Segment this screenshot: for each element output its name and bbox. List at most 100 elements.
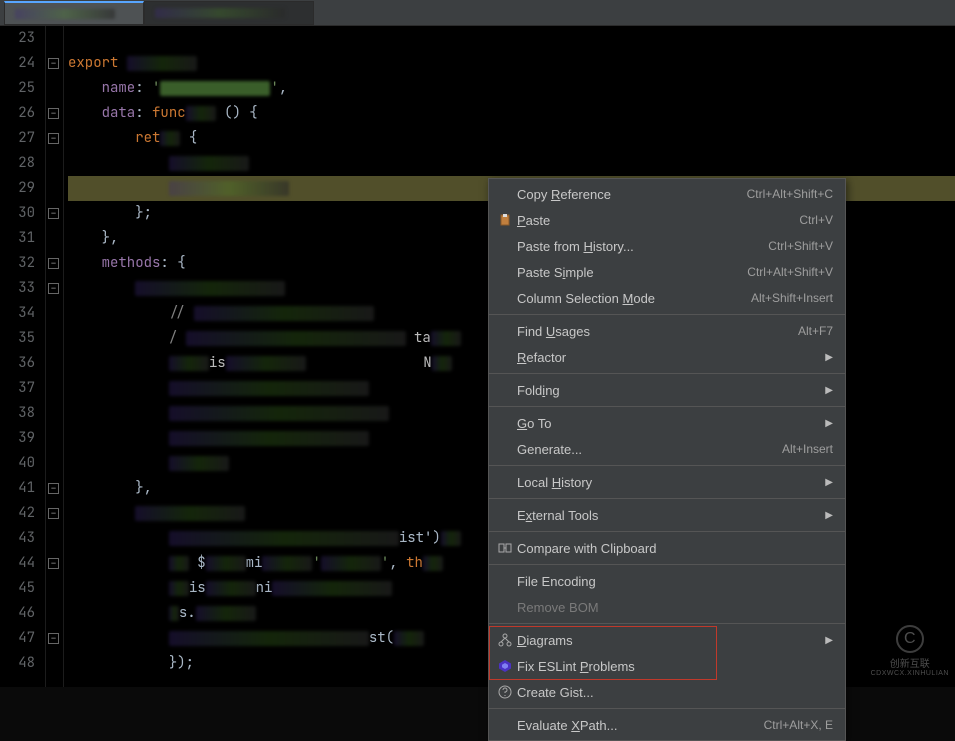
line-number-gutter: 2324252627282930313233343536373839404142… bbox=[0, 26, 46, 687]
eslint-icon bbox=[495, 659, 515, 673]
compare-icon bbox=[495, 541, 515, 555]
submenu-arrow-icon: ▶ bbox=[825, 635, 833, 646]
menu-item-label: Paste Simple bbox=[515, 265, 747, 280]
menu-item-column-selection-mode[interactable]: Column Selection ModeAlt+Shift+Insert bbox=[489, 285, 845, 311]
editor-tab[interactable] bbox=[4, 1, 144, 25]
line-number: 37 bbox=[0, 376, 35, 401]
line-number: 25 bbox=[0, 76, 35, 101]
menu-item-find-usages[interactable]: Find UsagesAlt+F7 bbox=[489, 318, 845, 344]
menu-item-go-to[interactable]: Go To▶ bbox=[489, 410, 845, 436]
fold-toggle-icon[interactable]: − bbox=[48, 58, 59, 69]
menu-item-label: File Encoding bbox=[515, 574, 833, 589]
submenu-arrow-icon: ▶ bbox=[825, 385, 833, 396]
line-number: 33 bbox=[0, 276, 35, 301]
menu-item-diagrams[interactable]: Diagrams▶ bbox=[489, 627, 845, 653]
fold-toggle-icon[interactable]: − bbox=[48, 483, 59, 494]
line-number: 47 bbox=[0, 626, 35, 651]
watermark-text: 创新互联 bbox=[890, 655, 930, 670]
submenu-arrow-icon: ▶ bbox=[825, 510, 833, 521]
menu-item-label: External Tools bbox=[515, 508, 825, 523]
menu-item-local-history[interactable]: Local History▶ bbox=[489, 469, 845, 495]
diagram-icon bbox=[495, 633, 515, 647]
menu-item-label: Column Selection Mode bbox=[515, 291, 751, 306]
line-number: 23 bbox=[0, 26, 35, 51]
menu-item-compare-with-clipboard[interactable]: Compare with Clipboard bbox=[489, 535, 845, 561]
code-line: data: func () { bbox=[68, 101, 955, 126]
context-menu: Copy ReferenceCtrl+Alt+Shift+CPasteCtrl+… bbox=[488, 178, 846, 741]
menu-item-create-gist[interactable]: Create Gist... bbox=[489, 679, 845, 705]
menu-item-copy-reference[interactable]: Copy ReferenceCtrl+Alt+Shift+C bbox=[489, 181, 845, 207]
line-number: 41 bbox=[0, 476, 35, 501]
menu-item-label: Compare with Clipboard bbox=[515, 541, 833, 556]
menu-separator bbox=[489, 564, 845, 565]
menu-item-label: Folding bbox=[515, 383, 825, 398]
menu-item-evaluate-xpath[interactable]: Evaluate XPath...Ctrl+Alt+X, E bbox=[489, 712, 845, 738]
line-number: 34 bbox=[0, 301, 35, 326]
menu-shortcut: Ctrl+V bbox=[799, 213, 833, 227]
menu-shortcut: Ctrl+Shift+V bbox=[768, 239, 833, 253]
menu-separator bbox=[489, 531, 845, 532]
menu-item-paste-simple[interactable]: Paste SimpleCtrl+Alt+Shift+V bbox=[489, 259, 845, 285]
fold-toggle-icon[interactable]: − bbox=[48, 208, 59, 219]
menu-item-label: Remove BOM bbox=[515, 600, 833, 615]
menu-item-folding[interactable]: Folding▶ bbox=[489, 377, 845, 403]
menu-item-label: Refactor bbox=[515, 350, 825, 365]
menu-separator bbox=[489, 623, 845, 624]
submenu-arrow-icon: ▶ bbox=[825, 352, 833, 363]
menu-separator bbox=[489, 314, 845, 315]
code-line: name: '', bbox=[68, 76, 955, 101]
menu-shortcut: Alt+Shift+Insert bbox=[751, 291, 833, 305]
line-number: 30 bbox=[0, 201, 35, 226]
menu-item-refactor[interactable]: Refactor▶ bbox=[489, 344, 845, 370]
menu-separator bbox=[489, 465, 845, 466]
code-line: ret { bbox=[68, 126, 955, 151]
menu-item-label: Fix ESLint Problems bbox=[515, 659, 833, 674]
menu-item-label: Evaluate XPath... bbox=[515, 718, 764, 733]
editor-tab[interactable] bbox=[144, 1, 314, 25]
line-number: 40 bbox=[0, 451, 35, 476]
menu-separator bbox=[489, 406, 845, 407]
fold-toggle-icon[interactable]: − bbox=[48, 133, 59, 144]
line-number: 36 bbox=[0, 351, 35, 376]
fold-toggle-icon[interactable]: − bbox=[48, 558, 59, 569]
menu-item-paste[interactable]: PasteCtrl+V bbox=[489, 207, 845, 233]
menu-item-fix-eslint-problems[interactable]: Fix ESLint Problems bbox=[489, 653, 845, 679]
menu-separator bbox=[489, 373, 845, 374]
line-number: 27 bbox=[0, 126, 35, 151]
fold-toggle-icon[interactable]: − bbox=[48, 108, 59, 119]
menu-shortcut: Ctrl+Alt+Shift+V bbox=[747, 265, 833, 279]
menu-item-external-tools[interactable]: External Tools▶ bbox=[489, 502, 845, 528]
line-number: 29 bbox=[0, 176, 35, 201]
line-number: 44 bbox=[0, 551, 35, 576]
menu-shortcut: Alt+F7 bbox=[798, 324, 833, 338]
menu-shortcut: Alt+Insert bbox=[782, 442, 833, 456]
fold-toggle-icon[interactable]: − bbox=[48, 283, 59, 294]
menu-item-label: Copy Reference bbox=[515, 187, 747, 202]
menu-item-label: Generate... bbox=[515, 442, 782, 457]
menu-item-paste-from-history[interactable]: Paste from History...Ctrl+Shift+V bbox=[489, 233, 845, 259]
menu-item-generate[interactable]: Generate...Alt+Insert bbox=[489, 436, 845, 462]
code-line bbox=[68, 151, 955, 176]
menu-shortcut: Ctrl+Alt+X, E bbox=[764, 718, 833, 732]
line-number: 32 bbox=[0, 251, 35, 276]
fold-gutter[interactable]: − − − − − − − − − − bbox=[46, 26, 64, 687]
menu-item-label: Go To bbox=[515, 416, 825, 431]
line-number: 46 bbox=[0, 601, 35, 626]
submenu-arrow-icon: ▶ bbox=[825, 418, 833, 429]
menu-item-file-encoding[interactable]: File Encoding bbox=[489, 568, 845, 594]
line-number: 39 bbox=[0, 426, 35, 451]
editor-tab-bar bbox=[0, 0, 955, 26]
menu-item-label: Find Usages bbox=[515, 324, 798, 339]
fold-toggle-icon[interactable]: − bbox=[48, 258, 59, 269]
menu-item-remove-bom: Remove BOM bbox=[489, 594, 845, 620]
menu-separator bbox=[489, 708, 845, 709]
fold-toggle-icon[interactable]: − bbox=[48, 508, 59, 519]
fold-toggle-icon[interactable]: − bbox=[48, 633, 59, 644]
menu-item-label: Paste bbox=[515, 213, 799, 228]
line-number: 26 bbox=[0, 101, 35, 126]
line-number: 28 bbox=[0, 151, 35, 176]
line-number: 24 bbox=[0, 51, 35, 76]
line-number: 42 bbox=[0, 501, 35, 526]
menu-shortcut: Ctrl+Alt+Shift+C bbox=[747, 187, 833, 201]
line-number: 35 bbox=[0, 326, 35, 351]
